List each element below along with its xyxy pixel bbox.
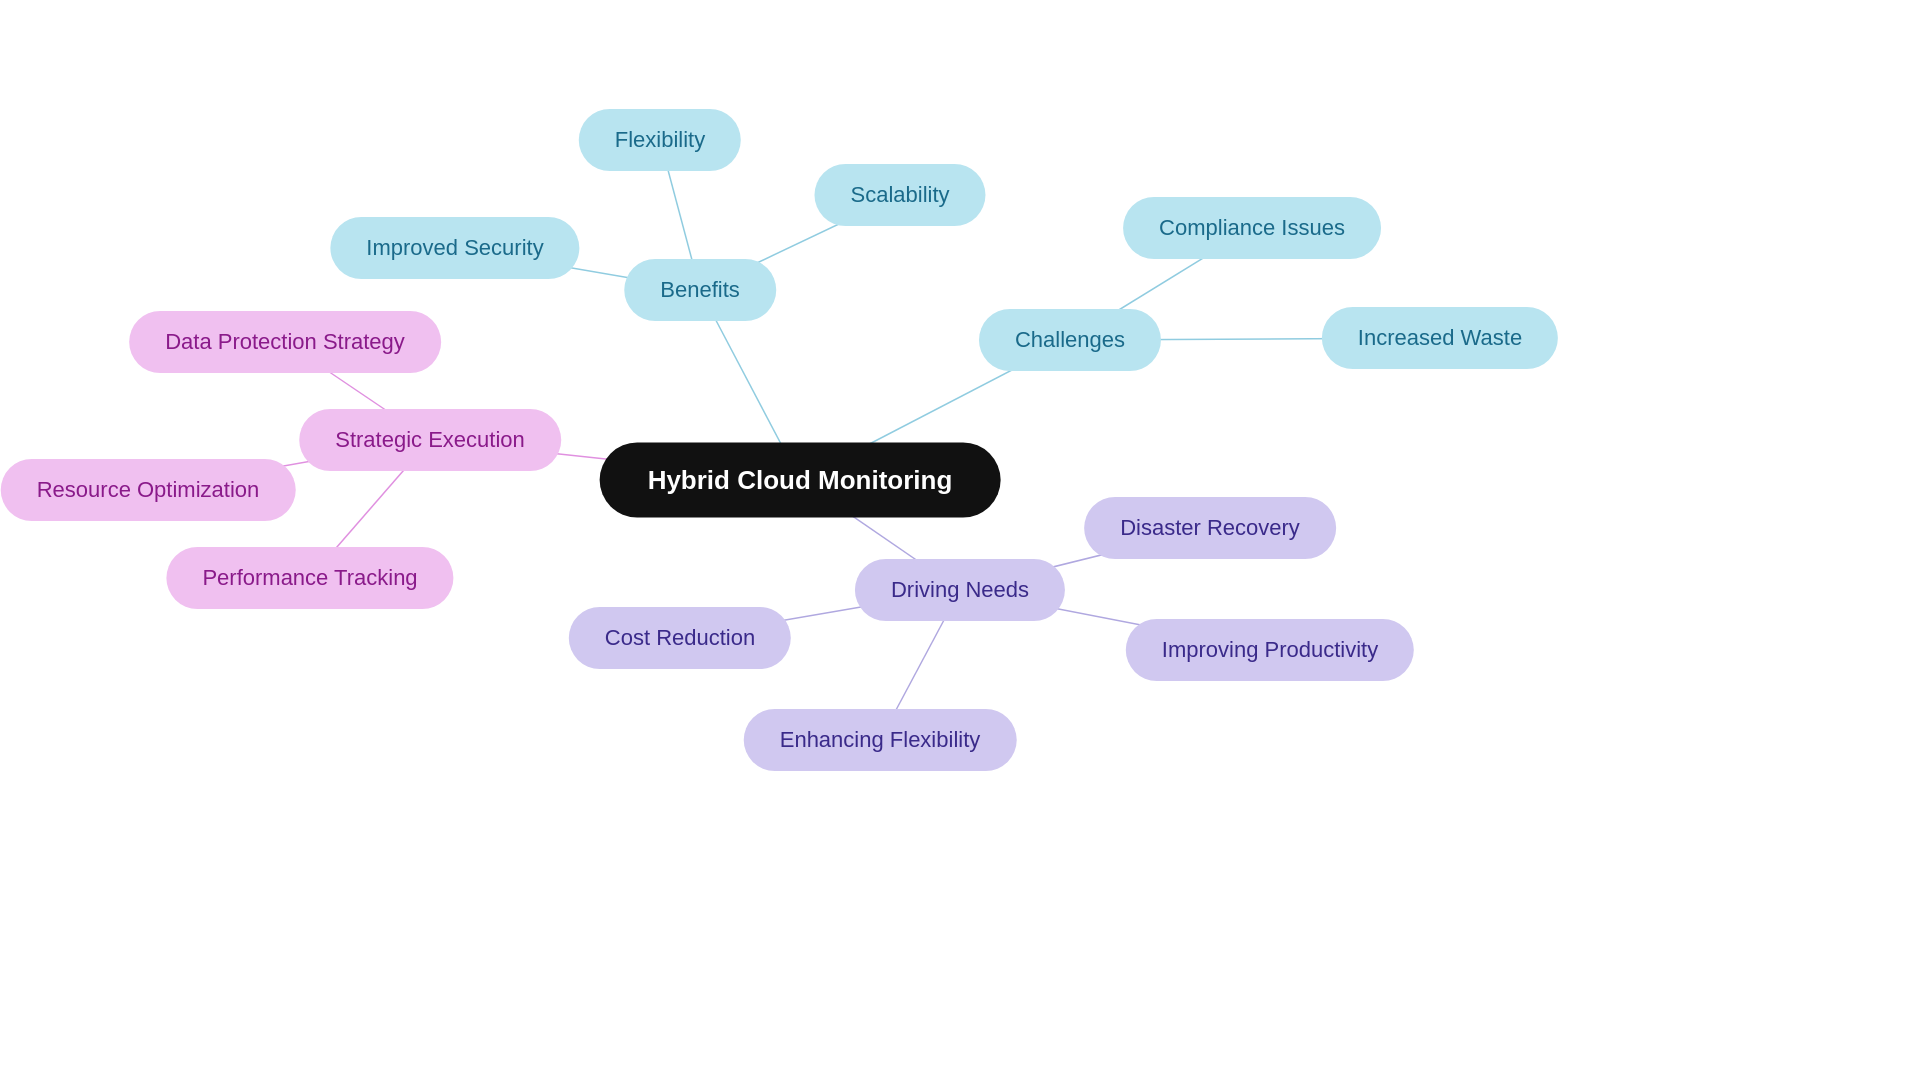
increased-waste-node: Increased Waste <box>1322 307 1558 369</box>
compliance-issues-node: Compliance Issues <box>1123 197 1381 259</box>
performance-tracking-node: Performance Tracking <box>166 547 453 609</box>
flexibility-node: Flexibility <box>579 109 741 171</box>
strategic-execution-node: Strategic Execution <box>299 409 561 471</box>
enhancing-flexibility-node: Enhancing Flexibility <box>744 709 1017 771</box>
resource-optimization-node: Resource Optimization <box>1 459 296 521</box>
improved-security-node: Improved Security <box>330 217 579 279</box>
improving-productivity-node: Improving Productivity <box>1126 619 1414 681</box>
center-node: Hybrid Cloud Monitoring <box>600 443 1001 518</box>
benefits-node: Benefits <box>624 259 776 321</box>
driving-needs-node: Driving Needs <box>855 559 1065 621</box>
challenges-node: Challenges <box>979 309 1161 371</box>
data-protection-node: Data Protection Strategy <box>129 311 441 373</box>
cost-reduction-node: Cost Reduction <box>569 607 791 669</box>
scalability-node: Scalability <box>814 164 985 226</box>
disaster-recovery-node: Disaster Recovery <box>1084 497 1336 559</box>
